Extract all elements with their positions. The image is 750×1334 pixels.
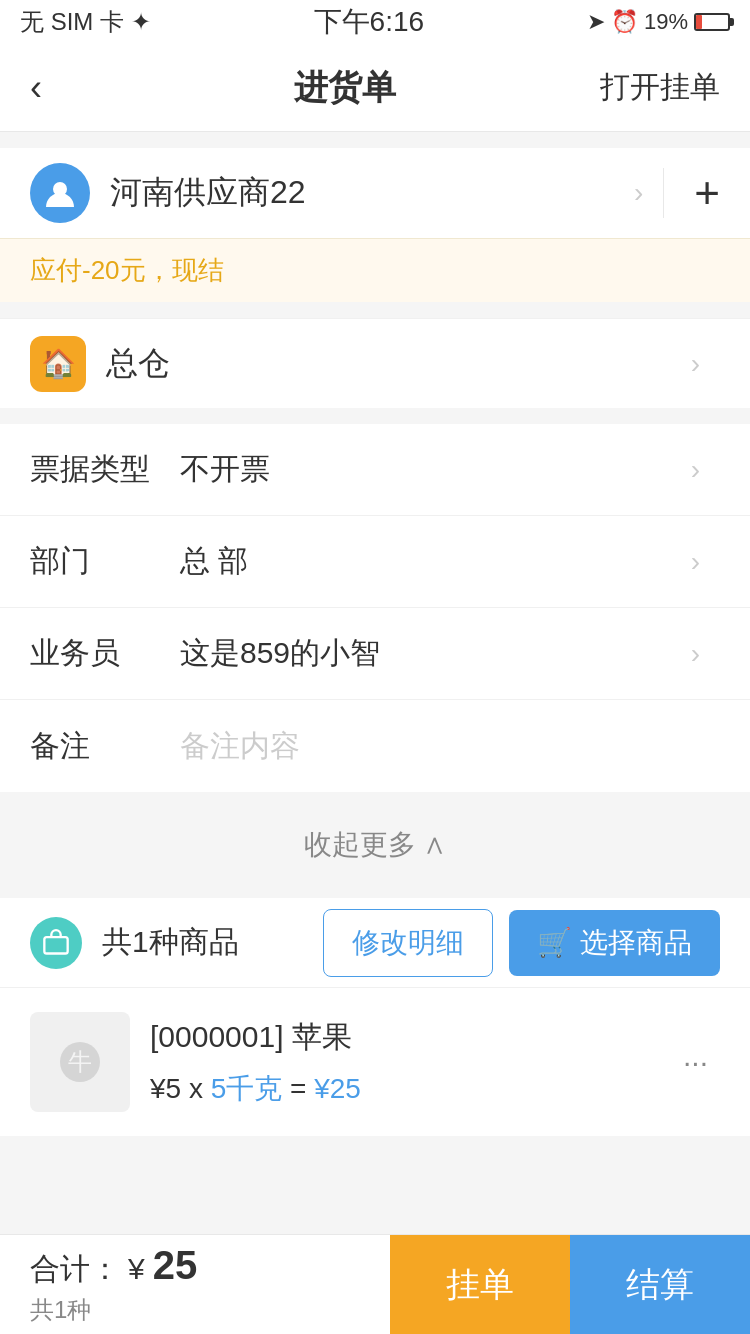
salesperson-chevron-icon: › (691, 638, 700, 670)
edit-detail-button[interactable]: 修改明细 (323, 909, 493, 977)
invoice-type-label: 票据类型 (30, 449, 160, 490)
settle-button[interactable]: 结算 (570, 1235, 750, 1335)
location-icon: ➤ (587, 9, 605, 35)
battery-icon (694, 13, 730, 31)
select-product-button[interactable]: 🛒 选择商品 (509, 910, 720, 976)
salesperson-value: 这是859的小智 (160, 633, 691, 674)
department-row[interactable]: 部门 总 部 › (0, 516, 750, 608)
status-right: ➤ ⏰ 19% (587, 9, 730, 35)
page-title: 进货单 (294, 65, 396, 111)
alarm-icon: ⏰ (611, 9, 638, 35)
supplier-divider (663, 168, 664, 218)
product-price: ¥5 x 5千克 = ¥25 (150, 1070, 671, 1108)
product-title: 苹果 (292, 1020, 352, 1053)
equals-icon: = (290, 1073, 314, 1104)
nav-bar: ‹ 进货单 打开挂单 (0, 44, 750, 132)
remark-label: 备注 (30, 726, 160, 767)
status-time: 下午6:16 (314, 3, 425, 41)
open-hang-button[interactable]: 打开挂单 (600, 67, 720, 108)
footer-placeholder (0, 1136, 750, 1246)
salesperson-row[interactable]: 业务员 这是859的小智 › (0, 608, 750, 700)
status-bar: 无 SIM 卡 ✦ 下午6:16 ➤ ⏰ 19% (0, 0, 750, 44)
salesperson-label: 业务员 (30, 633, 160, 674)
cart-icon: 🛒 (537, 926, 572, 959)
add-supplier-button[interactable]: + (694, 171, 720, 215)
more-button[interactable]: ··· (671, 1037, 720, 1087)
invoice-type-chevron-icon: › (691, 454, 700, 486)
supplier-row[interactable]: 河南供应商22 › + (0, 148, 750, 238)
department-chevron-icon: › (691, 546, 700, 578)
warehouse-icon: 🏠 (30, 336, 86, 392)
warehouse-row[interactable]: 🏠 总仓 › (0, 318, 750, 408)
notice-banner: 应付-20元，现结 (0, 238, 750, 302)
remark-input[interactable]: 备注内容 (160, 726, 720, 767)
supplier-section: 河南供应商22 › + 应付-20元，现结 (0, 148, 750, 302)
footer-total: 合计： ¥ 25 (30, 1243, 360, 1290)
remark-row[interactable]: 备注 备注内容 (0, 700, 750, 792)
footer: 合计： ¥ 25 共1种 挂单 结算 (0, 1234, 750, 1334)
supplier-avatar (30, 163, 90, 223)
collapse-button[interactable]: 收起更多 ∧ (0, 808, 750, 882)
unit-price: ¥5 (150, 1073, 181, 1104)
warehouse-section: 🏠 总仓 › (0, 318, 750, 408)
status-left: 无 SIM 卡 ✦ (20, 6, 151, 38)
product-count: 共1种商品 (102, 922, 323, 963)
quantity: 5千克 (211, 1073, 283, 1104)
multiply-icon: x (189, 1073, 211, 1104)
footer-sub: 共1种 (30, 1294, 360, 1326)
svg-text:牛: 牛 (68, 1048, 92, 1075)
invoice-type-value: 不开票 (160, 449, 691, 490)
back-button[interactable]: ‹ (30, 67, 90, 109)
department-label: 部门 (30, 541, 160, 582)
footer-summary: 合计： ¥ 25 共1种 (0, 1243, 390, 1326)
warehouse-chevron-icon: › (691, 348, 700, 380)
product-code: [0000001] (150, 1020, 283, 1053)
collapse-label: 收起更多 ∧ (304, 826, 447, 864)
total-label: 合计： (30, 1249, 120, 1290)
product-icon (30, 917, 82, 969)
select-product-label: 选择商品 (580, 924, 692, 962)
total-amount: 25 (153, 1243, 198, 1288)
product-item: 牛 [0000001] 苹果 ¥5 x 5千克 = ¥25 ··· (0, 988, 750, 1136)
line-total: ¥25 (314, 1073, 361, 1104)
product-header: 共1种商品 修改明细 🛒 选择商品 (0, 898, 750, 988)
total-symbol: ¥ (128, 1252, 145, 1286)
product-section: 共1种商品 修改明细 🛒 选择商品 牛 [0000001] 苹果 ¥5 x 5千… (0, 898, 750, 1136)
product-info: [0000001] 苹果 ¥5 x 5千克 = ¥25 (150, 1017, 671, 1108)
form-section: 票据类型 不开票 › 部门 总 部 › 业务员 这是859的小智 › 备注 备注… (0, 424, 750, 792)
invoice-type-row[interactable]: 票据类型 不开票 › (0, 424, 750, 516)
product-thumbnail: 牛 (30, 1012, 130, 1112)
department-value: 总 部 (160, 541, 691, 582)
svg-rect-1 (44, 937, 67, 953)
warehouse-name: 总仓 (106, 342, 691, 386)
supplier-chevron-icon: › (634, 177, 643, 209)
hang-button[interactable]: 挂单 (390, 1235, 570, 1335)
battery-level: 19% (644, 9, 688, 35)
supplier-name: 河南供应商22 (110, 171, 634, 215)
product-name: [0000001] 苹果 (150, 1017, 671, 1058)
sim-status: 无 SIM 卡 ✦ (20, 6, 151, 38)
